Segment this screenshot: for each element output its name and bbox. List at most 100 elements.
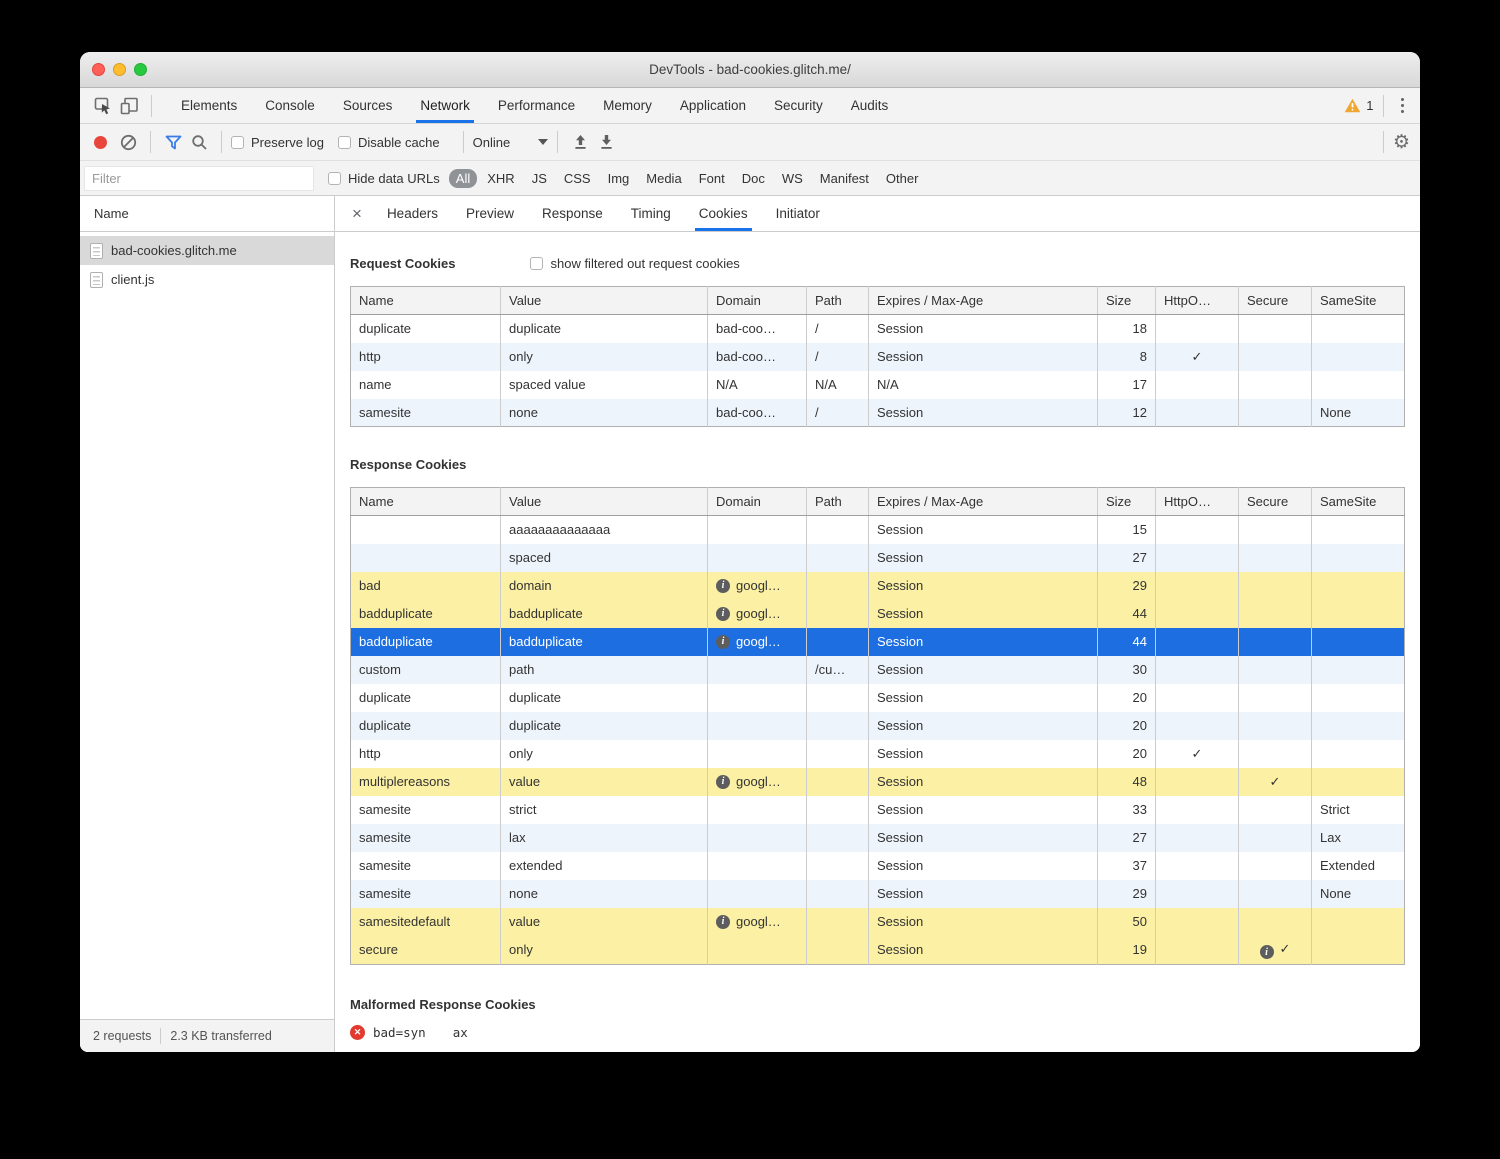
column-header-path[interactable]: Path	[807, 287, 869, 315]
cookie-row[interactable]: samesitenoneSession29None	[351, 880, 1405, 908]
disable-cache-checkbox[interactable]	[338, 136, 351, 149]
tab-console[interactable]: Console	[251, 88, 329, 123]
cookie-row[interactable]: duplicateduplicateSession20	[351, 712, 1405, 740]
column-header-httponly[interactable]: HttpO…	[1156, 287, 1239, 315]
column-header-domain[interactable]: Domain	[708, 488, 807, 516]
filter-funnel-icon[interactable]	[160, 129, 186, 155]
request-row[interactable]: bad-cookies.glitch.me	[80, 236, 334, 265]
filter-type-ws[interactable]: WS	[775, 169, 810, 188]
import-har-icon[interactable]	[567, 129, 593, 155]
tab-network[interactable]: Network	[406, 88, 484, 123]
filter-type-img[interactable]: Img	[601, 169, 637, 188]
column-header-domain[interactable]: Domain	[708, 287, 807, 315]
tab-security[interactable]: Security	[760, 88, 837, 123]
tab-sources[interactable]: Sources	[329, 88, 407, 123]
detail-tab-timing[interactable]: Timing	[617, 196, 685, 231]
cookie-row[interactable]: httponlybad-coo…/Session8✓	[351, 343, 1405, 371]
requests-list: bad-cookies.glitch.meclient.js	[80, 232, 334, 1019]
cookie-row[interactable]: samesitedefaultvalueigoogl…Session50	[351, 908, 1405, 936]
filter-input[interactable]	[84, 166, 314, 191]
detail-tab-initiator[interactable]: Initiator	[762, 196, 834, 231]
cookie-path-cell	[807, 572, 869, 600]
column-header-expires[interactable]: Expires / Max-Age	[869, 287, 1098, 315]
column-header-name[interactable]: Name	[351, 287, 501, 315]
request-row[interactable]: client.js	[80, 265, 334, 294]
cookie-row[interactable]: namespaced valueN/AN/AN/A17	[351, 371, 1405, 399]
column-header-secure[interactable]: Secure	[1239, 488, 1312, 516]
export-har-icon[interactable]	[593, 129, 619, 155]
column-header-samesite[interactable]: SameSite	[1312, 287, 1405, 315]
preserve-log-checkbox[interactable]	[231, 136, 244, 149]
cookie-row[interactable]: secureonlySession19i✓	[351, 936, 1405, 965]
zoom-window-button[interactable]	[134, 63, 147, 76]
requests-name-column-header[interactable]: Name	[80, 196, 334, 232]
tab-elements[interactable]: Elements	[167, 88, 251, 123]
detail-tab-headers[interactable]: Headers	[373, 196, 452, 231]
filter-type-media[interactable]: Media	[639, 169, 688, 188]
cookie-secure-cell: i✓	[1239, 936, 1312, 965]
detail-tab-cookies[interactable]: Cookies	[685, 196, 762, 231]
cookie-domain-cell	[708, 796, 807, 824]
cookie-row[interactable]: baddomainigoogl…Session29	[351, 572, 1405, 600]
show-filtered-cookies-checkbox[interactable]	[530, 257, 543, 270]
column-header-value[interactable]: Value	[501, 287, 708, 315]
column-header-size[interactable]: Size	[1098, 287, 1156, 315]
network-toolbar: Preserve log Disable cache Online ⚙	[80, 124, 1420, 160]
cookie-row[interactable]: aaaaaaaaaaaaaaSession15	[351, 516, 1405, 544]
cookie-row[interactable]: samesitenonebad-coo…/Session12None	[351, 399, 1405, 427]
tab-audits[interactable]: Audits	[837, 88, 903, 123]
close-panel-icon[interactable]: ×	[341, 196, 373, 231]
close-window-button[interactable]	[92, 63, 105, 76]
tab-application[interactable]: Application	[666, 88, 760, 123]
cookie-row[interactable]: custompath/cu…Session30	[351, 656, 1405, 684]
filter-type-xhr[interactable]: XHR	[480, 169, 521, 188]
detail-tab-response[interactable]: Response	[528, 196, 617, 231]
filter-type-all[interactable]: All	[449, 169, 477, 188]
cookie-value-cell: badduplicate	[501, 628, 708, 656]
device-toolbar-icon[interactable]	[116, 93, 142, 119]
filter-bar: Hide data URLs AllXHRJSCSSImgMediaFontDo…	[80, 160, 1420, 196]
filter-type-doc[interactable]: Doc	[735, 169, 772, 188]
column-header-name[interactable]: Name	[351, 488, 501, 516]
record-button[interactable]	[94, 136, 107, 149]
column-header-expires[interactable]: Expires / Max-Age	[869, 488, 1098, 516]
hide-data-urls-checkbox[interactable]	[328, 172, 341, 185]
column-header-path[interactable]: Path	[807, 488, 869, 516]
cookie-domain-cell: bad-coo…	[708, 343, 807, 371]
filter-type-font[interactable]: Font	[692, 169, 732, 188]
preserve-log-label: Preserve log	[251, 135, 324, 150]
cookie-row[interactable]: samesiteextendedSession37Extended	[351, 852, 1405, 880]
cookie-row[interactable]: badduplicatebadduplicateigoogl…Session44	[351, 628, 1405, 656]
tab-memory[interactable]: Memory	[589, 88, 666, 123]
minimize-window-button[interactable]	[113, 63, 126, 76]
clear-icon[interactable]	[115, 129, 141, 155]
warning-icon[interactable]	[1344, 98, 1361, 113]
cookie-httponly-cell	[1156, 371, 1239, 399]
cookie-row[interactable]: multiplereasonsvalueigoogl…Session48✓	[351, 768, 1405, 796]
column-header-httponly[interactable]: HttpO…	[1156, 488, 1239, 516]
column-header-value[interactable]: Value	[501, 488, 708, 516]
cookie-row[interactable]: spacedSession27	[351, 544, 1405, 572]
search-icon[interactable]	[186, 129, 212, 155]
tab-performance[interactable]: Performance	[484, 88, 589, 123]
filter-type-other[interactable]: Other	[879, 169, 926, 188]
column-header-size[interactable]: Size	[1098, 488, 1156, 516]
filter-type-js[interactable]: JS	[525, 169, 554, 188]
settings-gear-icon[interactable]: ⚙	[1393, 133, 1410, 152]
cookie-row[interactable]: samesitestrictSession33Strict	[351, 796, 1405, 824]
filter-type-manifest[interactable]: Manifest	[813, 169, 876, 188]
cookie-row[interactable]: samesitelaxSession27Lax	[351, 824, 1405, 852]
throttling-select[interactable]: Online	[473, 135, 549, 150]
cookie-row[interactable]: httponlySession20✓	[351, 740, 1405, 768]
column-header-secure[interactable]: Secure	[1239, 287, 1312, 315]
cookie-row[interactable]: badduplicatebadduplicateigoogl…Session44	[351, 600, 1405, 628]
column-header-samesite[interactable]: SameSite	[1312, 488, 1405, 516]
cookie-row[interactable]: duplicateduplicatebad-coo…/Session18	[351, 315, 1405, 343]
cookie-secure-cell	[1239, 656, 1312, 684]
cookie-row[interactable]: duplicateduplicateSession20	[351, 684, 1405, 712]
inspect-element-icon[interactable]	[90, 93, 116, 119]
cookie-expires-cell: Session	[869, 544, 1098, 572]
kebab-menu-icon[interactable]	[1393, 94, 1413, 118]
detail-tab-preview[interactable]: Preview	[452, 196, 528, 231]
filter-type-css[interactable]: CSS	[557, 169, 598, 188]
